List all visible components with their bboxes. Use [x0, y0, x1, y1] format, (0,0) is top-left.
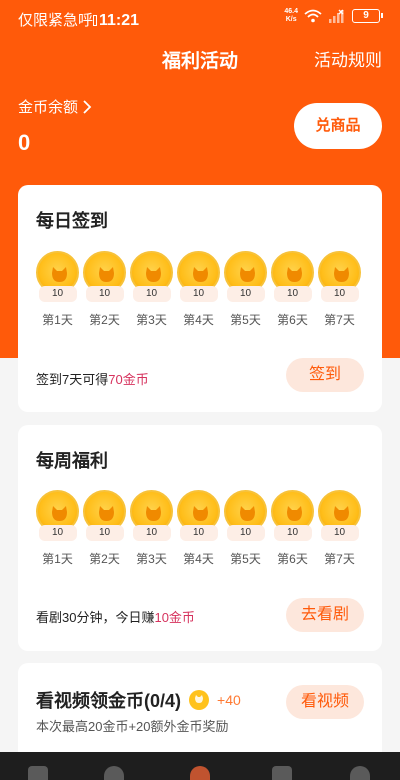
- signal-icon: [329, 9, 344, 23]
- daily-checkin-card: 每日签到 10 第1天 10 第2天 10 第3天 10 第4天 10 第5天 10 第6天 10 第7天…: [18, 185, 382, 412]
- tab-favorite-icon[interactable]: [104, 766, 124, 780]
- bottom-tab-bar: [0, 752, 400, 780]
- net-speed-unit: K/s: [285, 16, 297, 23]
- day-label: 第5天: [230, 552, 261, 566]
- coin-amount: 10: [273, 525, 312, 541]
- day-reward-item: 10 第1天: [36, 251, 79, 328]
- coin-amount: 10: [226, 525, 265, 541]
- balance-label: 金币余额: [18, 99, 79, 116]
- coin-amount: 10: [132, 525, 171, 541]
- daily-checkin-title: 每日签到: [36, 211, 108, 231]
- daily-tip-highlight: 70金币: [108, 372, 149, 387]
- coin-amount: 10: [273, 286, 312, 302]
- status-icons: 46.4 K/s 9: [284, 8, 383, 24]
- weekly-tip-highlight: 10金币: [154, 610, 195, 625]
- day-reward-item: 10 第7天: [318, 251, 361, 328]
- day-label: 第4天: [183, 313, 214, 327]
- video-subtitle: 本次最高20金币+20额外金币奖励: [36, 719, 229, 734]
- balance-link[interactable]: 金币余额: [18, 96, 92, 117]
- day-label: 第6天: [277, 552, 308, 566]
- rules-link[interactable]: 活动规则: [314, 46, 382, 71]
- net-speed-value: 46.4: [284, 8, 298, 15]
- day-label: 第4天: [183, 552, 214, 566]
- day-reward-item: 10 第6天: [271, 490, 314, 567]
- day-label: 第5天: [230, 313, 261, 327]
- daily-coin-row: 10 第1天 10 第2天 10 第3天 10 第4天 10 第5天 10 第6天 10 第7天: [36, 251, 361, 328]
- day-reward-item: 10 第4天: [177, 251, 220, 328]
- coin-amount: 10: [226, 286, 265, 302]
- coin-amount: 10: [132, 286, 171, 302]
- coin-amount: 10: [179, 286, 218, 302]
- coin-amount: 10: [179, 525, 218, 541]
- weekly-welfare-card: 每周福利 10 第1天 10 第2天 10 第3天 10 第4天 10 第5天 10 第6天 10 第7天…: [18, 425, 382, 651]
- weekly-tip: 看剧30分钟，今日赚10金币: [36, 607, 195, 626]
- sim-icon: [93, 15, 98, 26]
- day-label: 第1天: [42, 552, 73, 566]
- day-reward-item: 10 第3天: [130, 490, 173, 567]
- tab-document-icon[interactable]: [272, 766, 292, 780]
- coin-amount: 10: [38, 286, 77, 302]
- day-reward-item: 10 第6天: [271, 251, 314, 328]
- weekly-tip-text: 看剧30分钟，今日赚: [36, 610, 155, 625]
- daily-tip: 签到7天可得70金币: [36, 369, 149, 388]
- day-label: 第2天: [89, 552, 120, 566]
- day-label: 第3天: [136, 313, 167, 327]
- day-label: 第7天: [324, 313, 355, 327]
- day-reward-item: 10 第2天: [83, 251, 126, 328]
- day-label: 第3天: [136, 552, 167, 566]
- battery-icon: 9: [352, 9, 383, 23]
- day-label: 第1天: [42, 313, 73, 327]
- network-speed: 46.4 K/s: [284, 8, 298, 24]
- weekly-welfare-title: 每周福利: [36, 451, 108, 471]
- video-reward: +40: [217, 692, 241, 708]
- watch-video-card: 看视频领金币(0/4) +40 本次最高20金币+20额外金币奖励 看视频: [18, 663, 382, 763]
- day-label: 第2天: [89, 313, 120, 327]
- weekly-coin-row: 10 第1天 10 第2天 10 第3天 10 第4天 10 第5天 10 第6天 10 第7天: [36, 490, 361, 567]
- tab-welfare-icon[interactable]: [190, 766, 210, 780]
- checkin-button[interactable]: 签到: [286, 358, 364, 392]
- watch-drama-button[interactable]: 去看剧: [286, 598, 364, 632]
- status-time: 11:21: [99, 12, 140, 29]
- video-title-row: 看视频领金币(0/4) +40: [36, 687, 241, 713]
- day-reward-item: 10 第4天: [177, 490, 220, 567]
- coin-amount: 10: [320, 286, 359, 302]
- day-reward-item: 10 第5天: [224, 251, 267, 328]
- status-bar: 仅限紧急呼 11:21 46.4 K/s 9: [0, 0, 400, 36]
- daily-tip-text: 签到7天可得: [36, 372, 109, 387]
- coin-amount: 10: [85, 286, 124, 302]
- watch-video-button[interactable]: 看视频: [286, 685, 364, 719]
- chevron-right-icon: [83, 99, 92, 114]
- day-reward-item: 10 第7天: [318, 490, 361, 567]
- coin-amount: 10: [320, 525, 359, 541]
- carrier-text: 仅限紧急呼: [18, 12, 94, 29]
- day-reward-item: 10 第5天: [224, 490, 267, 567]
- day-label: 第6天: [277, 313, 308, 327]
- tab-bookshelf-icon[interactable]: [28, 766, 48, 780]
- coin-amount: 10: [38, 525, 77, 541]
- wifi-icon: [304, 9, 322, 23]
- balance-value: 0: [18, 130, 31, 155]
- coin-icon: [189, 690, 210, 710]
- day-reward-item: 10 第2天: [83, 490, 126, 567]
- tab-profile-icon[interactable]: [350, 766, 370, 780]
- video-title: 看视频领金币(0/4): [36, 691, 182, 711]
- coin-amount: 10: [85, 525, 124, 541]
- exchange-button[interactable]: 兑商品: [294, 103, 382, 149]
- day-reward-item: 10 第1天: [36, 490, 79, 567]
- status-left: 仅限紧急呼 11:21: [18, 9, 139, 30]
- day-label: 第7天: [324, 552, 355, 566]
- day-reward-item: 10 第3天: [130, 251, 173, 328]
